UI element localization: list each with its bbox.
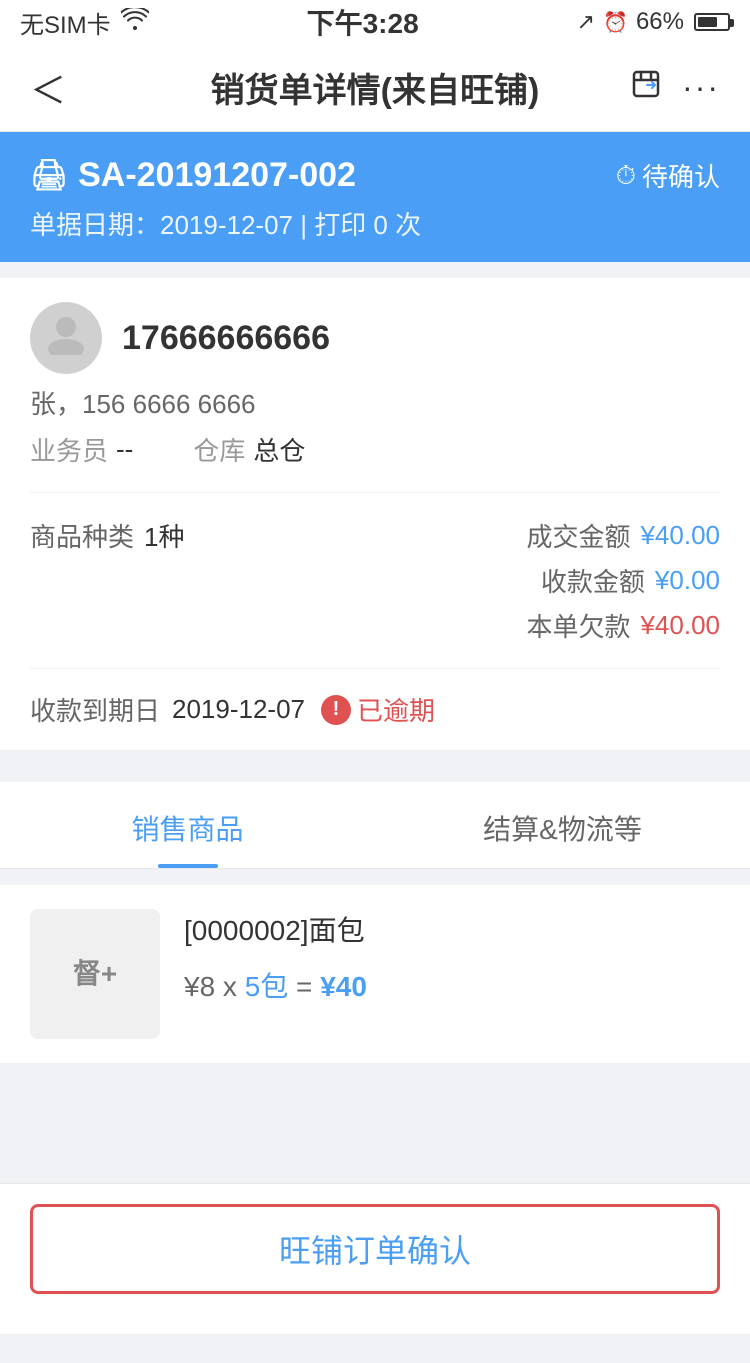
overdue-badge: ! 已逾期 xyxy=(321,691,435,728)
product-info: [0000002]面包 ¥8 x 5包 = ¥40 xyxy=(184,909,720,1005)
customer-section: 17666666666 张，156 6666 6666 业务员 -- 仓库 总仓… xyxy=(0,278,750,750)
received-row: 收款金额 ¥0.00 xyxy=(541,562,720,599)
product-qty: 5包 xyxy=(245,971,289,1002)
warehouse-item: 仓库 总仓 xyxy=(193,431,305,468)
tabs-section: 销售商品 结算&物流等 xyxy=(0,782,750,869)
order-status-text: 待确认 xyxy=(642,157,720,194)
tab-sales-label: 销售商品 xyxy=(131,814,243,845)
sales-rep-value: -- xyxy=(116,434,133,465)
customer-phone: 17666666666 xyxy=(122,319,330,358)
owed-row: 本单欠款 ¥40.00 xyxy=(526,607,720,644)
tab-settlement[interactable]: 结算&物流等 xyxy=(375,782,750,868)
sales-rep-label: 业务员 xyxy=(30,431,108,468)
section-gap-1 xyxy=(0,750,750,766)
order-date: 单据日期：2019-12-07 | 打印 0 次 xyxy=(30,205,720,242)
confirm-button[interactable]: 旺铺订单确认 xyxy=(30,1204,720,1294)
product-row: 督+ [0000002]面包 ¥8 x 5包 = ¥40 xyxy=(0,885,750,1063)
due-date-value: 2019-12-07 xyxy=(172,694,305,725)
product-name: [0000002]面包 xyxy=(184,909,720,949)
status-left: 无SIM卡 xyxy=(20,5,149,40)
location-icon: ↗ xyxy=(577,9,595,35)
customer-row: 17666666666 xyxy=(30,302,720,374)
page-title: 销货单详情(来自旺铺) xyxy=(211,63,540,112)
product-section: 督+ [0000002]面包 ¥8 x 5包 = ¥40 xyxy=(0,885,750,1063)
wifi-icon xyxy=(121,8,149,37)
status-bar: 无SIM卡 下午3:28 ↗ ⏰ 66% xyxy=(0,0,750,44)
nav-bar: ＜ 销货单详情(来自旺铺) ··· xyxy=(0,44,750,132)
deal-amount-label: 成交金额 xyxy=(526,517,630,554)
status-right: ↗ ⏰ 66% xyxy=(577,8,730,36)
back-button[interactable]: ＜ xyxy=(20,52,76,124)
more-button[interactable]: ··· xyxy=(682,69,720,106)
customer-name: 张，156 6666 6666 xyxy=(30,384,720,421)
status-time: 下午3:28 xyxy=(307,2,419,42)
product-price-row: ¥8 x 5包 = ¥40 xyxy=(184,965,720,1005)
product-price: ¥8 x xyxy=(184,971,245,1002)
avatar-icon xyxy=(44,311,88,365)
summary-left: 商品种类 1种 xyxy=(30,517,526,554)
alarm-icon: ⏰ xyxy=(603,10,628,35)
order-banner: 🖨 SA-20191207-002 ⏱ 待确认 单据日期：2019-12-07 … xyxy=(0,132,750,262)
warehouse-label: 仓库 xyxy=(193,431,245,468)
product-logo: 督+ xyxy=(73,957,117,991)
tab-settlement-label: 结算&物流等 xyxy=(483,814,642,845)
order-id: 🖨 SA-20191207-002 xyxy=(30,156,356,195)
due-date-label: 收款到期日 xyxy=(30,691,160,728)
clock-icon: ⏱ xyxy=(616,160,636,192)
order-id-icon: 🖨 xyxy=(30,158,68,193)
owed-value: ¥40.00 xyxy=(640,610,720,641)
overdue-text: 已逾期 xyxy=(357,691,435,728)
product-equals: = xyxy=(288,971,320,1002)
customer-meta: 业务员 -- 仓库 总仓 xyxy=(30,431,720,468)
order-id-text: SA-20191207-002 xyxy=(78,156,356,195)
product-total: ¥40 xyxy=(320,971,367,1002)
share-button[interactable] xyxy=(630,68,662,108)
owed-label: 本单欠款 xyxy=(526,607,630,644)
warehouse-value: 总仓 xyxy=(253,431,305,468)
battery-icon xyxy=(694,13,730,31)
battery-label: 66% xyxy=(636,8,684,36)
deal-amount-row: 成交金额 ¥40.00 xyxy=(526,517,720,554)
order-status: ⏱ 待确认 xyxy=(616,157,720,194)
product-type-value: 1种 xyxy=(144,517,184,554)
avatar xyxy=(30,302,102,374)
confirm-btn-wrap: 旺铺订单确认 xyxy=(0,1183,750,1334)
received-label: 收款金额 xyxy=(541,562,645,599)
carrier-label: 无SIM卡 xyxy=(20,5,111,40)
overdue-icon: ! xyxy=(321,695,351,725)
sales-rep-item: 业务员 -- xyxy=(30,431,133,468)
product-type-label: 商品种类 xyxy=(30,517,134,554)
deal-amount-value: ¥40.00 xyxy=(640,520,720,551)
nav-actions: ··· xyxy=(630,68,720,108)
product-thumbnail: 督+ xyxy=(30,909,160,1039)
summary-section: 商品种类 1种 成交金额 ¥40.00 收款金额 ¥0.00 本单欠款 ¥40.… xyxy=(0,493,750,668)
tab-underline xyxy=(158,864,218,868)
received-value: ¥0.00 xyxy=(655,565,720,596)
summary-right: 成交金额 ¥40.00 收款金额 ¥0.00 本单欠款 ¥40.00 xyxy=(526,517,720,644)
order-banner-top: 🖨 SA-20191207-002 ⏱ 待确认 xyxy=(30,156,720,195)
due-section: 收款到期日 2019-12-07 ! 已逾期 xyxy=(0,669,750,750)
tab-sales[interactable]: 销售商品 xyxy=(0,782,375,868)
